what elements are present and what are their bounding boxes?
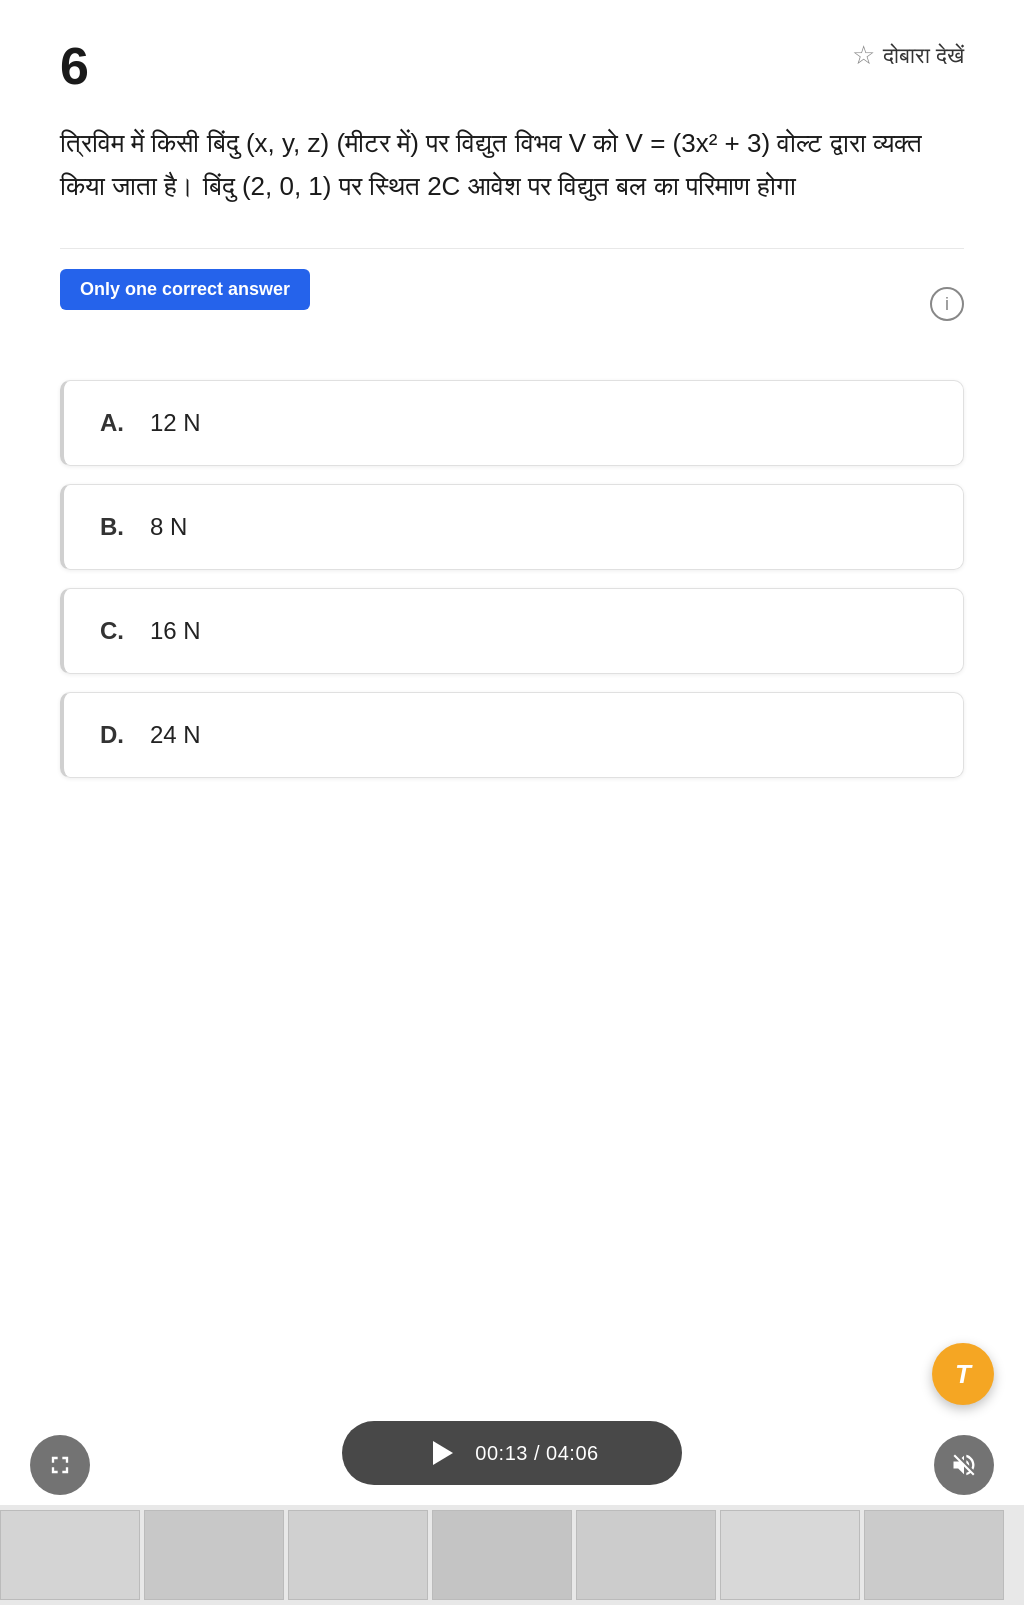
option-b-text: 8 N	[150, 513, 187, 541]
options-section: A. 12 N B. 8 N C. 16 N D. 24 N	[0, 380, 1024, 836]
mute-button[interactable]	[934, 1435, 994, 1495]
option-card-wrapper-a: A. 12 N	[60, 380, 964, 466]
bookmark-label: दोबारा देखें	[883, 43, 964, 69]
option-d[interactable]: D. 24 N	[60, 692, 964, 778]
thumbnail-1[interactable]	[0, 1510, 140, 1600]
translate-icon: T	[955, 1359, 971, 1390]
option-card-wrapper-d: D. 24 N	[60, 692, 964, 778]
option-a-text: 12 N	[150, 409, 201, 437]
play-icon	[433, 1441, 453, 1465]
video-bar: 00:13 / 04:06	[342, 1421, 682, 1485]
bookmark-button[interactable]: ☆ दोबारा देखें	[852, 40, 964, 71]
option-a-label: A.	[100, 409, 130, 437]
option-c[interactable]: C. 16 N	[60, 588, 964, 674]
fullscreen-button[interactable]	[30, 1435, 90, 1495]
option-b[interactable]: B. 8 N	[60, 484, 964, 570]
option-card-wrapper-b: B. 8 N	[60, 484, 964, 570]
thumbnail-5[interactable]	[576, 1510, 716, 1600]
badge-row: Only one correct answer i	[60, 269, 964, 340]
play-button[interactable]	[425, 1435, 461, 1471]
divider	[60, 248, 964, 249]
thumbnail-3[interactable]	[288, 1510, 428, 1600]
thumbnail-6[interactable]	[720, 1510, 860, 1600]
option-a[interactable]: A. 12 N	[60, 380, 964, 466]
option-c-label: C.	[100, 617, 130, 645]
star-icon: ☆	[852, 40, 875, 71]
option-b-label: B.	[100, 513, 130, 541]
thumbnail-7[interactable]	[864, 1510, 1004, 1600]
info-letter: i	[945, 294, 949, 315]
thumbnail-2[interactable]	[144, 1510, 284, 1600]
fullscreen-icon	[46, 1451, 74, 1479]
option-d-text: 24 N	[150, 721, 201, 749]
info-icon-button[interactable]: i	[930, 287, 964, 321]
option-d-label: D.	[100, 721, 130, 749]
option-card-wrapper-c: C. 16 N	[60, 588, 964, 674]
question-number: 6	[60, 40, 89, 92]
main-container: 6 ☆ दोबारा देखें त्रिविम में किसी बिंदु …	[0, 0, 1024, 1605]
mute-icon	[950, 1451, 978, 1479]
bottom-controls: 00:13 / 04:06	[0, 1435, 1024, 1495]
only-one-badge: Only one correct answer	[60, 269, 310, 310]
option-c-text: 16 N	[150, 617, 201, 645]
thumbnail-4[interactable]	[432, 1510, 572, 1600]
video-time: 00:13 / 04:06	[475, 1442, 598, 1465]
question-header: 6 ☆ दोबारा देखें	[60, 40, 964, 92]
question-text: त्रिविम में किसी बिंदु (x, y, z) (मीटर म…	[60, 122, 964, 208]
question-section: 6 ☆ दोबारा देखें त्रिविम में किसी बिंदु …	[0, 0, 1024, 380]
thumbnails-strip	[0, 1505, 1024, 1605]
translate-fab[interactable]: T	[932, 1343, 994, 1405]
